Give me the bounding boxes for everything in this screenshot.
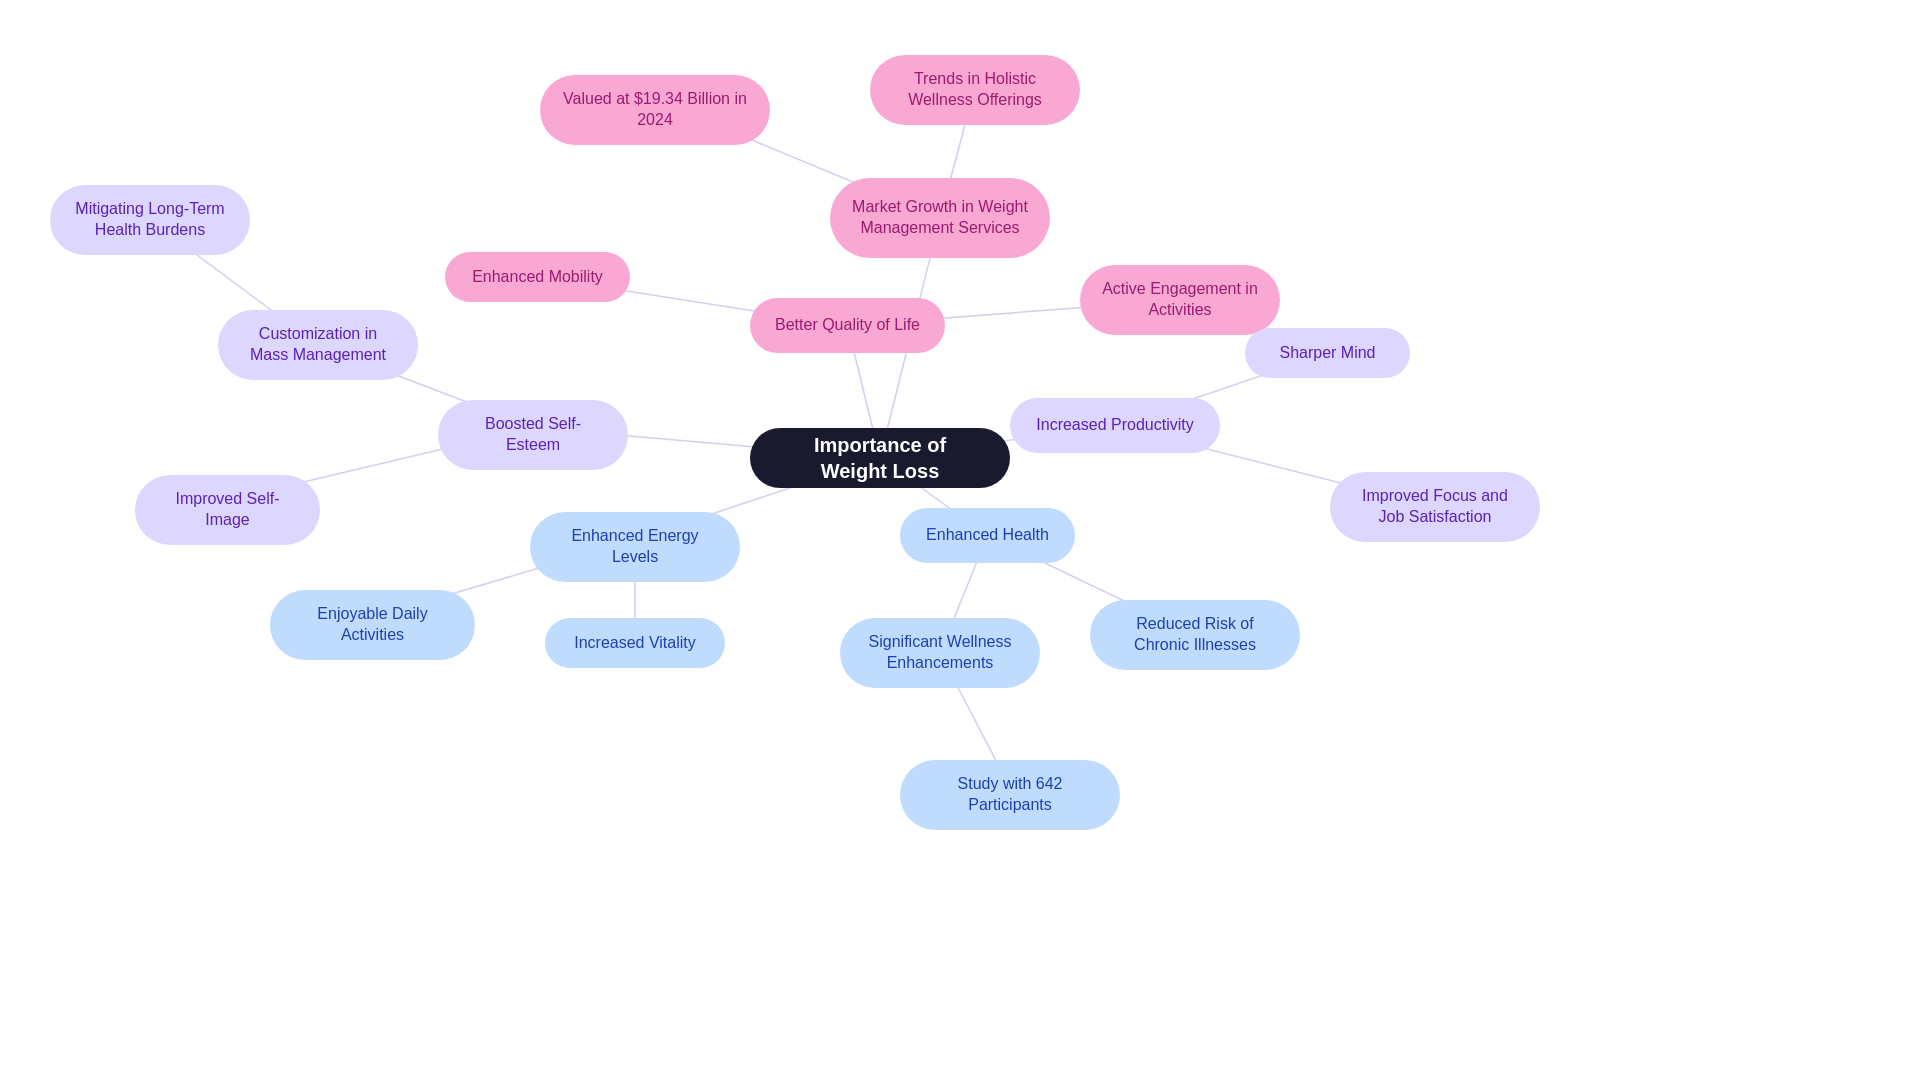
node-increased-vitality: Increased Vitality [545, 618, 725, 668]
node-enhanced-mobility: Enhanced Mobility [445, 252, 630, 302]
node-reduced-risk: Reduced Risk of Chronic Illnesses [1090, 600, 1300, 670]
node-enhanced-energy: Enhanced Energy Levels [530, 512, 740, 582]
node-active-engagement: Active Engagement in Activities [1080, 265, 1280, 335]
node-improved-self-image: Improved Self-Image [135, 475, 320, 545]
mindmap-container: Importance of Weight Loss Market Growth i… [0, 0, 1920, 1083]
node-significant-wellness: Significant Wellness Enhancements [840, 618, 1040, 688]
node-mitigating: Mitigating Long-Term Health Burdens [50, 185, 250, 255]
node-boosted-self-esteem: Boosted Self-Esteem [438, 400, 628, 470]
node-improved-focus: Improved Focus and Job Satisfaction [1330, 472, 1540, 542]
node-increased-productivity: Increased Productivity [1010, 398, 1220, 453]
node-enjoyable-daily: Enjoyable Daily Activities [270, 590, 475, 660]
node-enhanced-health: Enhanced Health [900, 508, 1075, 563]
node-customization: Customization in Mass Management [218, 310, 418, 380]
node-market-growth: Market Growth in Weight Management Servi… [830, 178, 1050, 258]
node-sharper-mind: Sharper Mind [1245, 328, 1410, 378]
node-study-642: Study with 642 Participants [900, 760, 1120, 830]
node-valued: Valued at $19.34 Billion in 2024 [540, 75, 770, 145]
center-node: Importance of Weight Loss [750, 428, 1010, 488]
node-better-quality: Better Quality of Life [750, 298, 945, 353]
node-trends: Trends in Holistic Wellness Offerings [870, 55, 1080, 125]
